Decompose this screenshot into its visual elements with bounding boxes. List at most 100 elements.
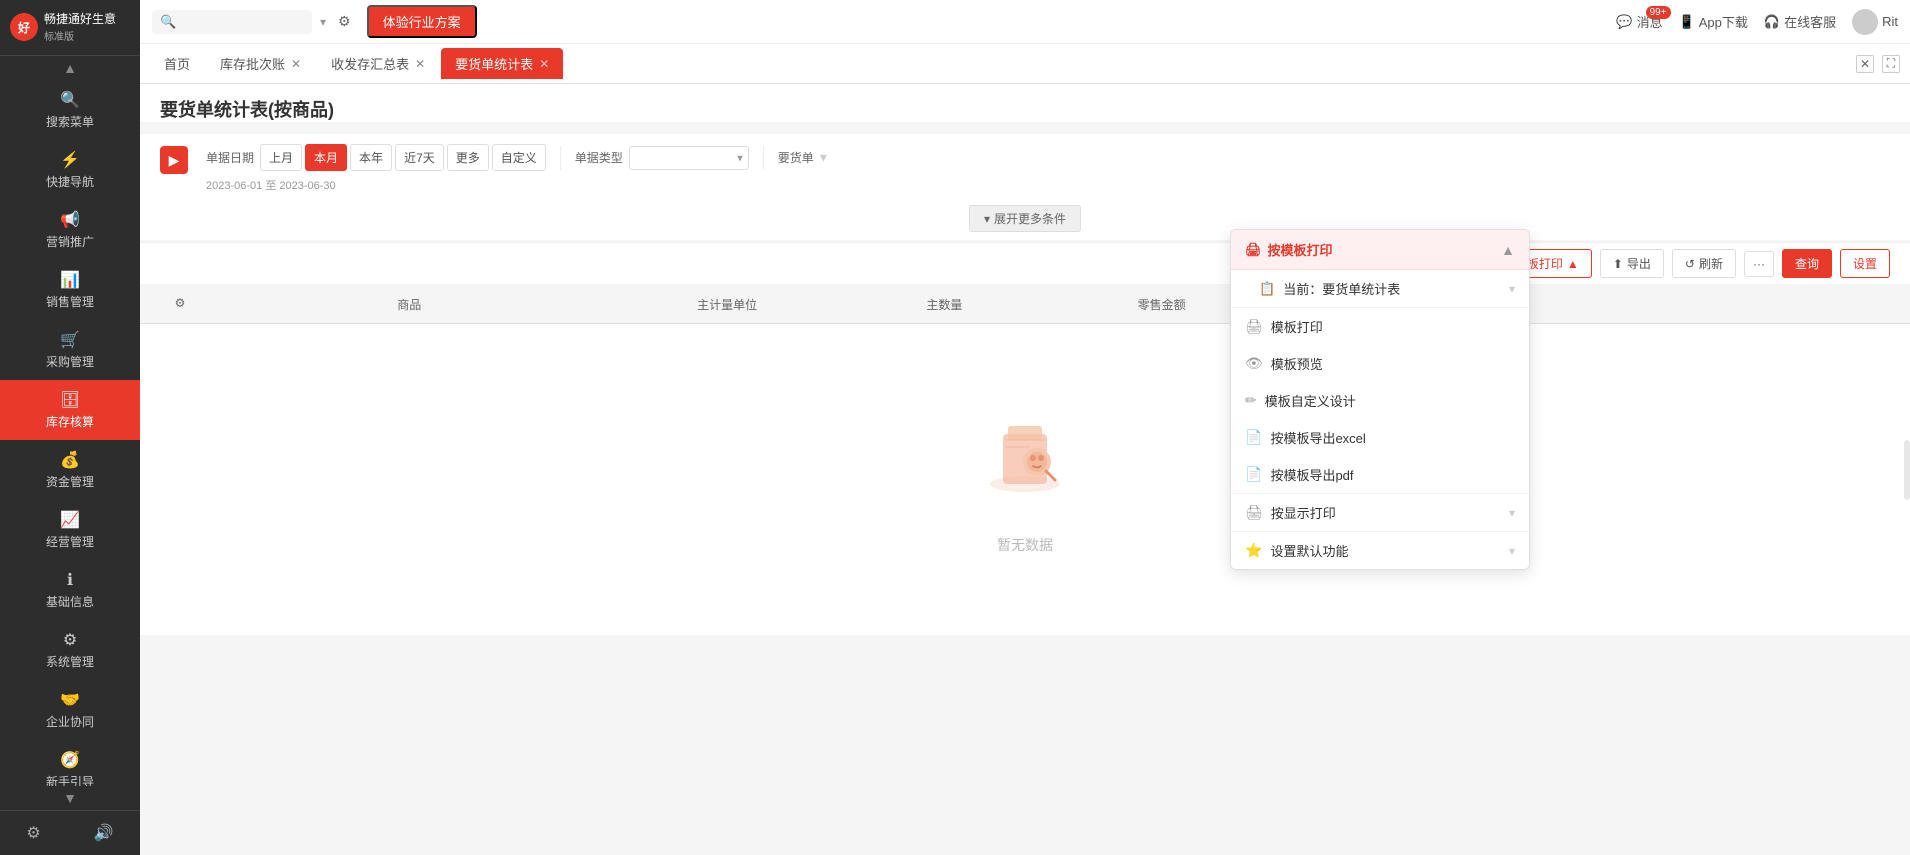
refresh-button[interactable]: ↺ 刷新 bbox=[1672, 249, 1736, 278]
sidebar-item-guide[interactable]: 🧭 新手引导 bbox=[0, 740, 140, 786]
filter-more-icon: ▾ bbox=[820, 149, 827, 166]
sidebar-item-basic[interactable]: ℹ 基础信息 bbox=[0, 560, 140, 620]
user-avatar-area[interactable]: Rit bbox=[1852, 9, 1898, 35]
avatar bbox=[1852, 9, 1878, 35]
dropdown-template-print[interactable]: 🖨 模板打印 bbox=[1231, 308, 1529, 345]
sidebar-item-search[interactable]: 🔍 搜索菜单 bbox=[0, 80, 140, 140]
search-icon: 🔍 bbox=[60, 90, 80, 110]
page-title: 要货单统计表(按商品) bbox=[160, 96, 1890, 122]
dropdown-header: 🖨 按模板打印 ▲ bbox=[1231, 230, 1529, 270]
tab-close-receipt-summary[interactable]: ✕ bbox=[415, 57, 425, 71]
date-label: 单据日期 bbox=[206, 149, 254, 166]
window-buttons: ✕ ⛶ bbox=[1856, 55, 1900, 73]
settings-bottom-icon[interactable]: ⚙ bbox=[22, 819, 44, 847]
dropdown-template-preview[interactable]: 👁 模板预览 bbox=[1231, 345, 1529, 382]
type-select[interactable] bbox=[629, 146, 749, 170]
refresh-label: 刷新 bbox=[1699, 255, 1723, 272]
search-box[interactable]: 🔍 bbox=[152, 10, 312, 34]
sidebar-item-quicknav[interactable]: ⚡ 快捷导航 bbox=[0, 140, 140, 200]
date-prev-month-btn[interactable]: 上月 bbox=[260, 144, 302, 171]
sidebar-item-finance[interactable]: 💰 资金管理 bbox=[0, 440, 140, 500]
th-settings[interactable]: ⚙ bbox=[160, 286, 200, 323]
date-current-month-btn[interactable]: 本月 bbox=[305, 144, 347, 171]
tab-home-label: 首页 bbox=[164, 54, 190, 73]
template-preview-icon: 👁 bbox=[1245, 355, 1263, 372]
sidebar-item-label: 基础信息 bbox=[46, 593, 94, 610]
sidebar-item-marketing[interactable]: 📢 营销推广 bbox=[0, 200, 140, 260]
app-download-btn[interactable]: 📱 App下载 bbox=[1679, 12, 1748, 31]
date-custom-btn[interactable]: 自定义 bbox=[492, 144, 546, 171]
dropdown-close-icon[interactable]: ▲ bbox=[1501, 242, 1515, 258]
purchase-icon: 🛒 bbox=[60, 330, 80, 350]
display-print-icon: 🖨 bbox=[1245, 504, 1263, 521]
tab-home[interactable]: 首页 bbox=[150, 48, 204, 79]
dropdown-template-excel[interactable]: 📄 按模板导出excel bbox=[1231, 419, 1529, 456]
tab-order-stats[interactable]: 要货单统计表 ✕ bbox=[441, 48, 563, 79]
search-dropdown-arrow[interactable]: ▾ bbox=[320, 15, 326, 29]
expand-more-btn[interactable]: ▾ 展开更多条件 bbox=[969, 205, 1081, 232]
filter-date-group: 单据日期 上月 本月 本年 近7天 更多 自定义 单据类型 bbox=[206, 144, 827, 193]
window-maximize-btn[interactable]: ⛶ bbox=[1882, 55, 1900, 73]
window-close-btn[interactable]: ✕ bbox=[1856, 55, 1874, 73]
scroll-indicator[interactable] bbox=[1904, 440, 1910, 500]
dropdown-template-design[interactable]: ✏ 模板自定义设计 bbox=[1231, 382, 1529, 419]
message-btn[interactable]: 💬 消息 99+ bbox=[1616, 12, 1662, 31]
type-select-wrap bbox=[629, 146, 749, 170]
settings-button[interactable]: 设置 bbox=[1840, 249, 1890, 278]
sidebar-item-operation[interactable]: 📈 经营管理 bbox=[0, 500, 140, 560]
query-button[interactable]: 查询 bbox=[1782, 249, 1832, 278]
tab-close-order-stats[interactable]: ✕ bbox=[539, 57, 549, 71]
logo-icon: 好 bbox=[10, 13, 38, 41]
sidebar-scroll-up[interactable]: ▲ bbox=[63, 60, 77, 76]
online-service-btn[interactable]: 🎧 在线客服 bbox=[1764, 12, 1836, 31]
tab-close-batch-account[interactable]: ✕ bbox=[291, 57, 301, 71]
main-area: 🔍 ▾ ⚙ 体验行业方案 💬 消息 99+ 📱 App下载 🎧 在线客服 Rit bbox=[140, 0, 1910, 855]
topbar-gear-icon[interactable]: ⚙ bbox=[338, 13, 351, 30]
th-product: 商品 bbox=[200, 286, 619, 323]
sidebar-item-inventory[interactable]: 🗄 库存核算 bbox=[0, 380, 140, 440]
promo-button[interactable]: 体验行业方案 bbox=[367, 5, 477, 38]
template-preview-label: 模板预览 bbox=[1271, 354, 1323, 373]
sidebar-item-label: 资金管理 bbox=[46, 473, 94, 490]
sidebar-item-label: 采购管理 bbox=[46, 353, 94, 370]
search-icon-topbar: 🔍 bbox=[160, 14, 176, 30]
th-qty: 主数量 bbox=[836, 286, 1053, 323]
sidebar-item-system[interactable]: ⚙ 系统管理 bbox=[0, 620, 140, 680]
date-filter-btns: 上月 本月 本年 近7天 更多 自定义 bbox=[260, 144, 546, 171]
date-range-display: 2023-06-01 至 2023-06-30 bbox=[206, 177, 827, 193]
dropdown-display-print[interactable]: 🖨 按显示打印 ▾ bbox=[1231, 494, 1529, 532]
date-year-btn[interactable]: 本年 bbox=[350, 144, 392, 171]
sidebar-item-label: 销售管理 bbox=[46, 293, 94, 310]
sidebar-item-label: 新手引导 bbox=[46, 773, 94, 786]
current-template-icon: 📋 bbox=[1259, 281, 1275, 297]
sidebar-menu: 🔍 搜索菜单 ⚡ 快捷导航 📢 营销推广 📊 销售管理 🛒 采购管理 🗄 库存核… bbox=[0, 80, 140, 786]
sidebar-item-sales[interactable]: 📊 销售管理 bbox=[0, 260, 140, 320]
date-7days-btn[interactable]: 近7天 bbox=[395, 144, 444, 171]
template-pdf-label: 按模板导出pdf bbox=[1270, 465, 1353, 484]
sidebar-item-purchase[interactable]: 🛒 采购管理 bbox=[0, 320, 140, 380]
refresh-icon: ↺ bbox=[1685, 257, 1695, 271]
sidebar-scroll-down[interactable]: ▼ bbox=[63, 790, 77, 806]
sidebar-item-label: 系统管理 bbox=[46, 653, 94, 670]
user-name: Rit bbox=[1882, 14, 1898, 29]
sound-bottom-icon[interactable]: 🔊 bbox=[90, 819, 118, 847]
page-inner: 要货单统计表(按商品) ▶ 单据日期 上月 本月 本年 近7天 bbox=[140, 84, 1910, 635]
sidebar: 好 畅捷通好生意 标准版 ▲ 🔍 搜索菜单 ⚡ 快捷导航 📢 营销推广 📊 销售… bbox=[0, 0, 140, 855]
tab-batch-account[interactable]: 库存批次账 ✕ bbox=[206, 48, 315, 79]
date-more-btn[interactable]: 更多 bbox=[447, 144, 489, 171]
filter-expand-button[interactable]: ▶ bbox=[160, 146, 188, 174]
dropdown-current-item[interactable]: 📋 当前：要货单统计表 ▾ bbox=[1231, 270, 1529, 308]
more-actions-button[interactable]: ··· bbox=[1744, 251, 1774, 277]
dropdown-set-default[interactable]: ⭐ 设置默认功能 ▾ bbox=[1231, 532, 1529, 569]
table-area: ⚙ 商品 主计量单位 主数量 零售金额 bbox=[140, 286, 1910, 635]
empty-illustration bbox=[975, 404, 1075, 523]
basic-icon: ℹ bbox=[67, 570, 73, 590]
set-default-icon: ⭐ bbox=[1245, 542, 1262, 559]
export-button[interactable]: ⬆ 导出 bbox=[1600, 249, 1664, 278]
search-input[interactable] bbox=[180, 15, 300, 29]
sidebar-item-collab[interactable]: 🤝 企业协同 bbox=[0, 680, 140, 740]
sidebar-bottom: ⚙ 🔊 bbox=[0, 810, 140, 855]
empty-state: 暂无数据 bbox=[140, 324, 1910, 635]
dropdown-template-pdf[interactable]: 📄 按模板导出pdf bbox=[1231, 456, 1529, 494]
tab-receipt-summary[interactable]: 收发存汇总表 ✕ bbox=[317, 48, 439, 79]
